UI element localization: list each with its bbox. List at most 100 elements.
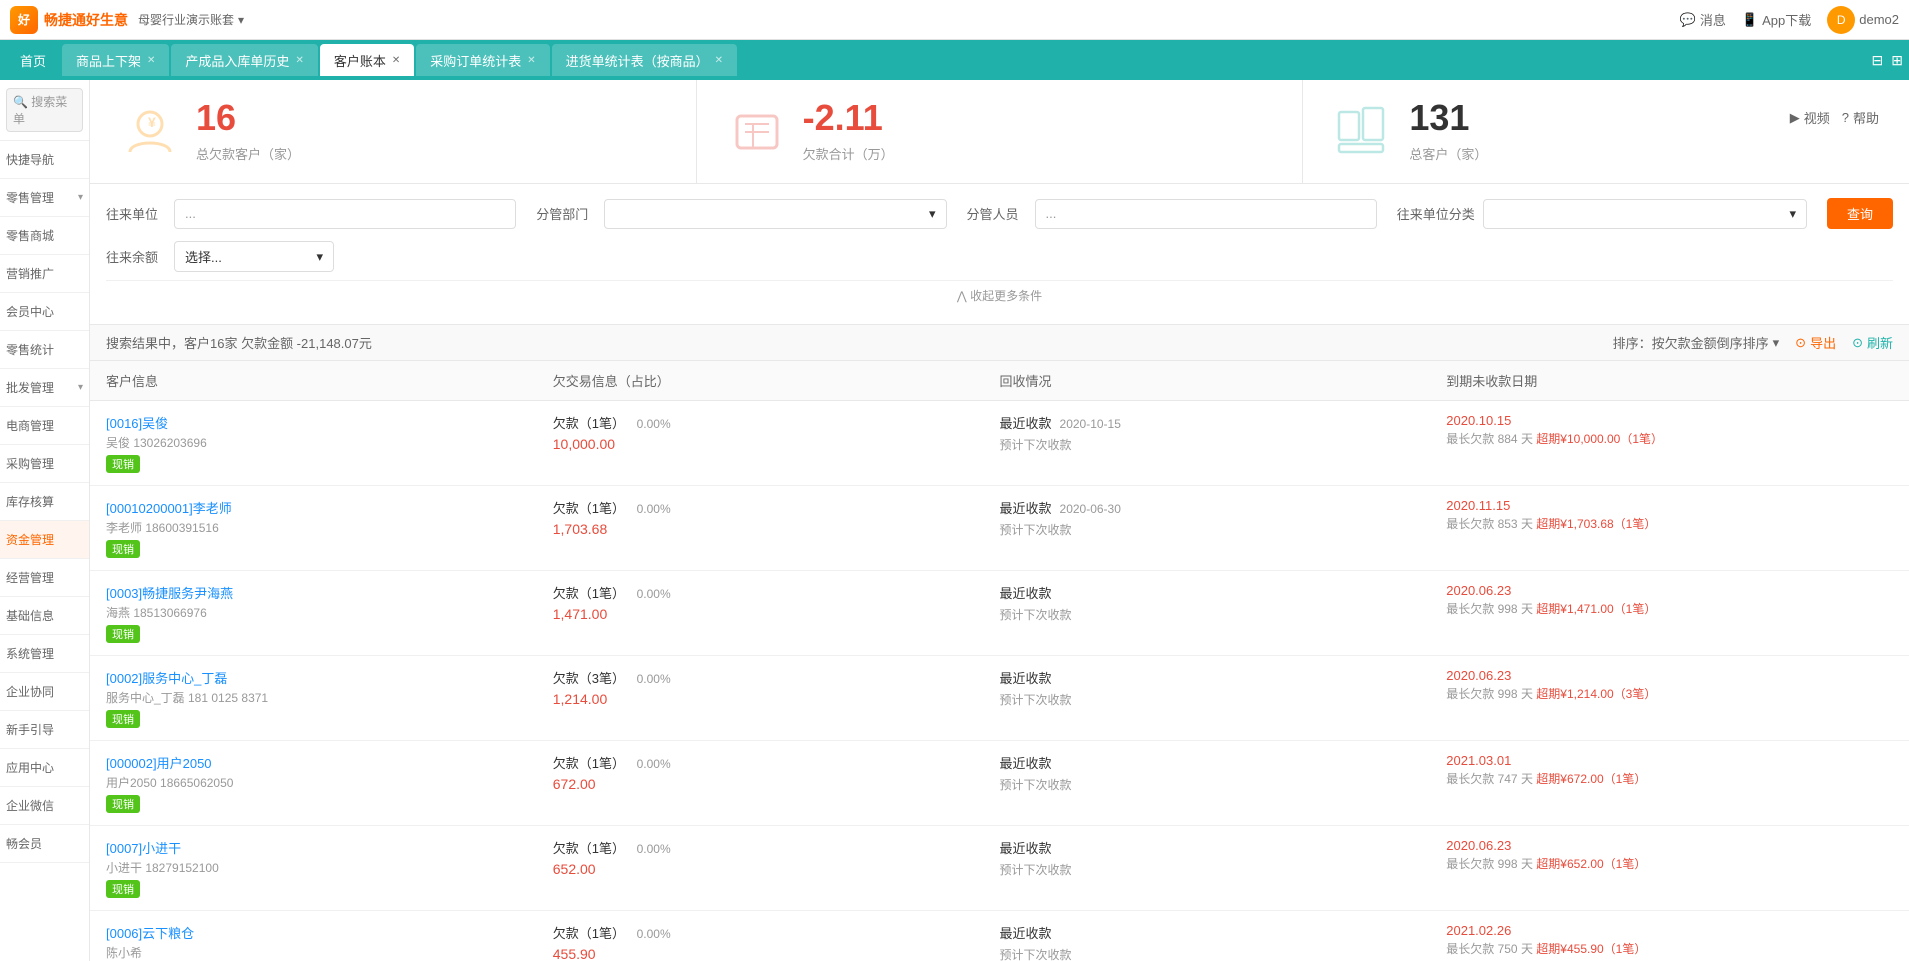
- results-summary: 搜索结果中，客户16家 欠款金额 -21,148.07元: [106, 333, 372, 352]
- collapse-btn[interactable]: ⋀ 收起更多条件: [106, 280, 1893, 310]
- close-icon[interactable]: ✕: [715, 55, 723, 66]
- customer-name-link[interactable]: [0002]服务中心_丁磊: [106, 671, 227, 686]
- customer-name-link[interactable]: [0006]云下粮仓: [106, 926, 194, 941]
- sidebar-item-marketing[interactable]: 营销推广: [0, 255, 89, 293]
- filter-item-person: 分管人员 ...: [967, 199, 1377, 229]
- overdue-link[interactable]: 超期¥672.00（1笔）: [1536, 772, 1646, 786]
- sidebar-item-enterprise-wx[interactable]: 企业微信: [0, 787, 89, 825]
- from-unit-input[interactable]: ...: [174, 199, 516, 229]
- help-btn[interactable]: ? 帮助: [1842, 108, 1879, 127]
- tab-purchase-order[interactable]: 采购订单统计表 ✕: [416, 44, 549, 76]
- debt-customers-number: 16: [196, 100, 666, 136]
- recovery-info-cell: 最近收款 预计下次收款: [1000, 923, 1447, 961]
- sidebar-item-batch-mgmt[interactable]: 批发管理 ▾: [0, 369, 89, 407]
- balance-label: 往来余额: [106, 247, 166, 266]
- customer-contact: 吴俊 13026203696: [106, 434, 553, 451]
- tab-product-history[interactable]: 产成品入库单历史 ✕: [171, 44, 317, 76]
- customer-name-link[interactable]: [0007]小进干: [106, 841, 181, 856]
- tab-inbound-stats[interactable]: 进货单统计表（按商品） ✕: [552, 44, 737, 76]
- app-name: 畅捷通好生意: [44, 10, 128, 30]
- due-date: 2020.11.15: [1446, 498, 1893, 513]
- sidebar-item-app-center[interactable]: 应用中心: [0, 749, 89, 787]
- store-selector[interactable]: 母婴行业演示账套 ▾: [138, 11, 244, 28]
- query-button[interactable]: 查询: [1827, 198, 1893, 229]
- debt-info-cell: 欠款（1笔） 0.00% 10,000.00: [553, 413, 1000, 452]
- overdue-days: 最长欠款 750 天 超期¥455.90（1笔）: [1446, 940, 1893, 957]
- debt-amount-number: -2.11: [803, 100, 1273, 136]
- close-icon[interactable]: ✕: [392, 55, 400, 66]
- chevron-down-icon: ▾: [238, 13, 244, 27]
- customer-name-link[interactable]: [0016]吴俊: [106, 416, 168, 431]
- sidebar-item-system[interactable]: 系统管理: [0, 635, 89, 673]
- debt-amount: 1,471.00: [553, 606, 1000, 622]
- overdue-link[interactable]: 超期¥455.90（1笔）: [1536, 942, 1646, 956]
- logo: 好 畅捷通好生意: [10, 6, 128, 34]
- sidebar-item-newbie[interactable]: 新手引导: [0, 711, 89, 749]
- minimize-icon[interactable]: ⊟: [1872, 52, 1884, 69]
- total-customers-number: 131: [1409, 100, 1773, 136]
- customer-name-link[interactable]: [000002]用户2050: [106, 756, 212, 771]
- overdue-link[interactable]: 超期¥1,471.00（1笔）: [1536, 602, 1656, 616]
- refresh-button[interactable]: ⊙ 刷新: [1852, 333, 1893, 352]
- debt-info-cell: 欠款（1笔） 0.00% 455.90: [553, 923, 1000, 961]
- table-row: [0003]畅捷服务尹海燕 海燕 18513066976 现销 欠款（1笔） 0…: [90, 571, 1909, 656]
- tab-product-offshelf[interactable]: 商品上下架 ✕: [62, 44, 169, 76]
- person-input[interactable]: ...: [1035, 199, 1377, 229]
- tab-customer-account[interactable]: 客户账本 ✕: [320, 44, 414, 76]
- stat-info-debt-amount: -2.11 欠款合计（万）: [803, 100, 1273, 163]
- debt-count-label: 欠款（1笔）: [553, 416, 625, 431]
- sidebar-item-enterprise[interactable]: 企业协同: [0, 673, 89, 711]
- recovery-info-cell: 最近收款 预计下次收款: [1000, 838, 1447, 878]
- overdue-link[interactable]: 超期¥1,214.00（3笔）: [1536, 687, 1656, 701]
- collapse-icon: ⋀: [957, 289, 967, 303]
- sidebar-item-member-center[interactable]: 会员中心: [0, 293, 89, 331]
- category-select[interactable]: ▾: [1483, 199, 1807, 229]
- export-button[interactable]: ⊙ 导出: [1795, 333, 1836, 352]
- results-bar: 搜索结果中，客户16家 欠款金额 -21,148.07元 排序：按欠款金额倒序排…: [90, 325, 1909, 361]
- customer-info-cell: [0016]吴俊 吴俊 13026203696 现销: [106, 413, 553, 473]
- chevron-down-icon: ▾: [929, 206, 936, 222]
- overdue-link[interactable]: 超期¥1,703.68（1笔）: [1536, 517, 1656, 531]
- customer-name-link[interactable]: [00010200001]李老师: [106, 501, 232, 516]
- maximize-icon[interactable]: ⊞: [1891, 52, 1903, 69]
- chevron-down-icon: ▾: [1773, 335, 1780, 351]
- next-payment-label: 预计下次收款: [1000, 776, 1447, 793]
- app-download-btn[interactable]: 📱 App下载: [1742, 10, 1811, 29]
- sidebar-item-quick-nav[interactable]: 快捷导航: [0, 141, 89, 179]
- close-icon[interactable]: ✕: [527, 55, 535, 66]
- sidebar-item-operations[interactable]: 经营管理: [0, 559, 89, 597]
- debt-pct: 0.00%: [637, 587, 671, 601]
- filter-row-2: 往来余额 选择... ▾: [106, 241, 1893, 272]
- overdue-days: 最长欠款 998 天 超期¥1,471.00（1笔）: [1446, 600, 1893, 617]
- search-menu-button[interactable]: 🔍 搜索菜单: [6, 88, 83, 132]
- sidebar-item-basic-info[interactable]: 基础信息: [0, 597, 89, 635]
- sidebar-item-ecommerce[interactable]: 电商管理: [0, 407, 89, 445]
- message-btn[interactable]: 💬 消息: [1680, 10, 1726, 29]
- category-label: 往来单位分类: [1397, 204, 1475, 223]
- tab-bar-actions: ⊟ ⊞: [1872, 52, 1903, 69]
- sidebar-item-retail-stats[interactable]: 零售统计: [0, 331, 89, 369]
- video-btn[interactable]: ▶ 视频: [1790, 108, 1830, 127]
- sort-select[interactable]: 排序：按欠款金额倒序排序 ▾: [1613, 333, 1780, 352]
- sidebar-item-inventory[interactable]: 库存核算: [0, 483, 89, 521]
- close-icon[interactable]: ✕: [147, 55, 155, 66]
- sidebar-item-finance[interactable]: 资金管理: [0, 521, 89, 559]
- close-icon[interactable]: ✕: [295, 55, 303, 66]
- overdue-info-cell: 2020.06.23 最长欠款 998 天 超期¥1,471.00（1笔）: [1446, 583, 1893, 617]
- phone-icon: 📱: [1742, 12, 1758, 28]
- customer-name-link[interactable]: [0003]畅捷服务尹海燕: [106, 586, 233, 601]
- user-menu[interactable]: D demo2: [1827, 6, 1899, 34]
- sidebar-item-purchase[interactable]: 采购管理: [0, 445, 89, 483]
- dept-select[interactable]: ▾: [604, 199, 946, 229]
- col-recovery: 回收情况: [1000, 371, 1447, 390]
- overdue-link[interactable]: 超期¥652.00（1笔）: [1536, 857, 1646, 871]
- tab-home[interactable]: 首页: [6, 44, 60, 76]
- customer-info-cell: [00010200001]李老师 李老师 18600391516 现销: [106, 498, 553, 558]
- sidebar-item-vip-member[interactable]: 畅会员: [0, 825, 89, 863]
- table-row: [0002]服务中心_丁磊 服务中心_丁磊 181 0125 8371 现销 欠…: [90, 656, 1909, 741]
- balance-select[interactable]: 选择... ▾: [174, 241, 334, 272]
- sidebar-item-retail-mgmt[interactable]: 零售管理 ▾: [0, 179, 89, 217]
- table-row: [0007]小进干 小进干 18279152100 现销 欠款（1笔） 0.00…: [90, 826, 1909, 911]
- sidebar-item-retail-mall[interactable]: 零售商城: [0, 217, 89, 255]
- overdue-link[interactable]: 超期¥10,000.00（1笔）: [1536, 432, 1663, 446]
